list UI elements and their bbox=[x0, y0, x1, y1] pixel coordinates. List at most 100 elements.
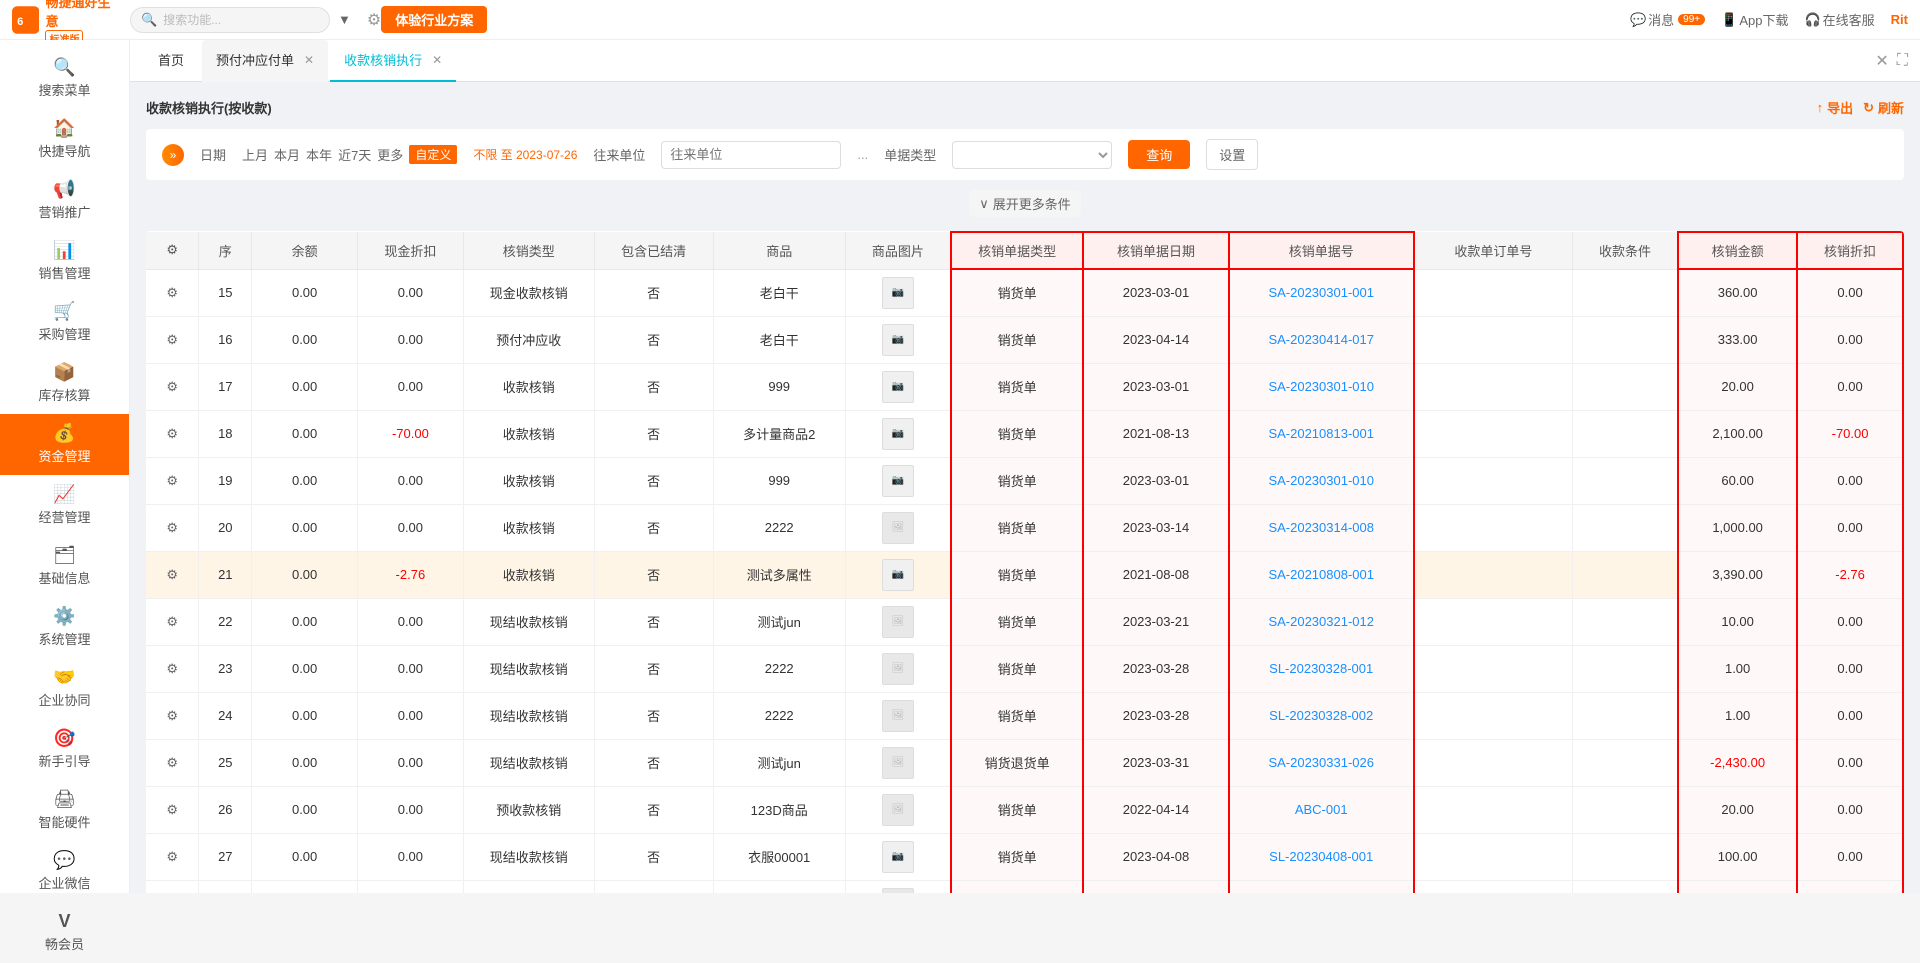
sidebar-item-basic[interactable]: 🗂 基础信息 bbox=[0, 536, 129, 597]
row-gear[interactable]: ⚙ bbox=[146, 551, 199, 598]
filter-dots[interactable]: ... bbox=[857, 147, 868, 162]
sidebar-item-system[interactable]: ⚙️ 系统管理 bbox=[0, 597, 129, 658]
row-verify-amount: 3,390.00 bbox=[1678, 551, 1797, 598]
row-bill-no[interactable]: SA-20230301-010 bbox=[1229, 457, 1414, 504]
row-gear[interactable]: ⚙ bbox=[146, 598, 199, 645]
bill-no-link[interactable]: SA-20210808-001 bbox=[1268, 567, 1374, 582]
row-gear[interactable]: ⚙ bbox=[146, 692, 199, 739]
table-row: ⚙160.000.00预付冲应收否老白干📷销货单2023-04-14SA-202… bbox=[146, 316, 1903, 363]
row-bill-no[interactable]: ABC-001 bbox=[1229, 786, 1414, 833]
row-gear[interactable]: ⚙ bbox=[146, 457, 199, 504]
sidebar-item-marketing[interactable]: 📢 营销推广 bbox=[0, 170, 129, 231]
row-gear[interactable]: ⚙ bbox=[146, 786, 199, 833]
sidebar-item-member[interactable]: V 畅会员 bbox=[0, 902, 129, 963]
row-gear[interactable]: ⚙ bbox=[146, 504, 199, 551]
bill-type-select[interactable]: 销货单 销货退货单 bbox=[952, 141, 1112, 169]
row-gear[interactable]: ⚙ bbox=[146, 739, 199, 786]
row-gear[interactable]: ⚙ bbox=[146, 833, 199, 880]
row-gear[interactable]: ⚙ bbox=[146, 645, 199, 692]
bill-no-link[interactable]: SL-20230328-001 bbox=[1269, 661, 1373, 676]
sidebar-item-operation[interactable]: 📈 经营管理 bbox=[0, 475, 129, 536]
row-gear[interactable]: ⚙ bbox=[146, 363, 199, 410]
top-dropdown[interactable]: ▼ bbox=[330, 12, 359, 27]
tab-home[interactable]: 首页 bbox=[142, 40, 200, 82]
sidebar-item-hardware[interactable]: 🖨 智能硬件 bbox=[0, 780, 129, 841]
messages-btn[interactable]: 💬 消息 99+ bbox=[1630, 10, 1705, 29]
filter-expand-button[interactable]: » bbox=[162, 144, 184, 166]
refresh-btn[interactable]: ↻ 刷新 bbox=[1863, 98, 1904, 117]
tab-prepay-close[interactable]: ✕ bbox=[304, 53, 314, 67]
row-verify-amount: 1,000.00 bbox=[1678, 504, 1797, 551]
date-more[interactable]: 更多 bbox=[377, 145, 403, 164]
row-bill-no[interactable]: SA-20230414-017 bbox=[1229, 316, 1414, 363]
tab-prepay[interactable]: 预付冲应付单 ✕ bbox=[202, 40, 328, 82]
export-btn[interactable]: ↑ 导出 bbox=[1817, 98, 1854, 117]
sidebar-item-finance[interactable]: 💰 资金管理 bbox=[0, 414, 129, 475]
bill-no-link[interactable]: SA-20230414-017 bbox=[1268, 332, 1374, 347]
sidebar-item-newbie[interactable]: 🎯 新手引导 bbox=[0, 719, 129, 780]
expand-more-conditions[interactable]: ∨ 展开更多条件 bbox=[969, 190, 1081, 217]
bill-no-link[interactable]: SA-20230301-001 bbox=[1268, 285, 1374, 300]
row-gear[interactable]: ⚙ bbox=[146, 410, 199, 457]
sidebar-item-purchase[interactable]: 🛒 采购管理 bbox=[0, 292, 129, 353]
row-seq: 17 bbox=[199, 363, 252, 410]
bill-no-link[interactable]: SA-20230301-010 bbox=[1268, 379, 1374, 394]
row-bill-no[interactable]: SA-20210813-001 bbox=[1229, 410, 1414, 457]
query-button[interactable]: 查询 bbox=[1128, 140, 1190, 169]
bill-no-link[interactable]: SA-20230321-012 bbox=[1268, 614, 1374, 629]
date-this-month[interactable]: 本月 bbox=[274, 145, 300, 164]
tab-receipt[interactable]: 收款核销执行 ✕ bbox=[330, 40, 456, 82]
date-this-year[interactable]: 本年 bbox=[306, 145, 332, 164]
row-gear[interactable]: ⚙ bbox=[146, 269, 199, 316]
sidebar-item-inventory[interactable]: 📦 库存核算 bbox=[0, 353, 129, 414]
date-custom[interactable]: 自定义 bbox=[409, 145, 457, 164]
bill-no-link[interactable]: ABC-001 bbox=[1295, 802, 1348, 817]
bill-no-link[interactable]: SL-20230408-001 bbox=[1269, 849, 1373, 864]
from-unit-input[interactable] bbox=[661, 141, 841, 169]
bill-no-link[interactable]: SL-20230328-002 bbox=[1269, 708, 1373, 723]
bill-no-link[interactable]: SA-20210813-001 bbox=[1268, 426, 1374, 441]
row-bill-no[interactable]: SL-20230418-001 bbox=[1229, 880, 1414, 893]
row-bill-no[interactable]: SL-20230408-001 bbox=[1229, 833, 1414, 880]
user-avatar[interactable]: Rit bbox=[1891, 12, 1908, 27]
row-bill-no[interactable]: SA-20230301-001 bbox=[1229, 269, 1414, 316]
tab-close-all-icon[interactable]: ✕ bbox=[1875, 51, 1888, 71]
setting-button[interactable]: 设置 bbox=[1206, 139, 1258, 170]
tab-fullscreen-icon[interactable]: ⛶ bbox=[1897, 52, 1908, 70]
row-bill-no[interactable]: SA-20210808-001 bbox=[1229, 551, 1414, 598]
row-bill-no[interactable]: SA-20230314-008 bbox=[1229, 504, 1414, 551]
row-seq: 20 bbox=[199, 504, 252, 551]
bill-type-label: 单据类型 bbox=[884, 145, 936, 164]
gear-icon[interactable]: ⚙ bbox=[367, 10, 381, 30]
sidebar-item-sales[interactable]: 📊 销售管理 bbox=[0, 231, 129, 292]
online-service-btn[interactable]: 🎧 在线客服 bbox=[1804, 10, 1874, 29]
hardware-icon: 🖨 bbox=[53, 790, 76, 808]
table-row: ⚙230.000.00现结收款核销否2222🖼销货单2023-03-28SL-2… bbox=[146, 645, 1903, 692]
col-gear-header[interactable]: ⚙ bbox=[146, 232, 199, 269]
sidebar-item-enterprise[interactable]: 🤝 企业协同 bbox=[0, 658, 129, 719]
row-bill-no[interactable]: SL-20230328-002 bbox=[1229, 692, 1414, 739]
row-cash-discount: 0.00 bbox=[358, 598, 464, 645]
bill-no-link[interactable]: SA-20230331-026 bbox=[1268, 755, 1374, 770]
date-7days[interactable]: 近7天 bbox=[338, 145, 371, 164]
row-bill-no[interactable]: SL-20230328-001 bbox=[1229, 645, 1414, 692]
row-receipt-condition bbox=[1572, 504, 1678, 551]
row-gear[interactable]: ⚙ bbox=[146, 880, 199, 893]
app-download-btn[interactable]: 📱 App下载 bbox=[1721, 10, 1788, 29]
sidebar-item-shortcut[interactable]: 🏠 快捷导航 bbox=[0, 109, 129, 170]
solution-button[interactable]: 体验行业方案 bbox=[381, 6, 487, 33]
top-search-box[interactable]: 🔍 搜索功能... bbox=[130, 7, 330, 33]
finance-icon: 💰 bbox=[53, 424, 75, 442]
sidebar-item-search[interactable]: 🔍 搜索菜单 bbox=[0, 48, 129, 109]
row-bill-date: 2023-03-01 bbox=[1083, 457, 1228, 504]
date-last-month[interactable]: 上月 bbox=[242, 145, 268, 164]
row-bill-no[interactable]: SA-20230331-026 bbox=[1229, 739, 1414, 786]
row-bill-no[interactable]: SA-20230321-012 bbox=[1229, 598, 1414, 645]
row-gear[interactable]: ⚙ bbox=[146, 316, 199, 363]
row-balance: 0.00 bbox=[252, 692, 358, 739]
row-bill-no[interactable]: SA-20230301-010 bbox=[1229, 363, 1414, 410]
bill-no-link[interactable]: SA-20230314-008 bbox=[1268, 520, 1374, 535]
bill-no-link[interactable]: SA-20230301-010 bbox=[1268, 473, 1374, 488]
sidebar-item-label: 系统管理 bbox=[38, 629, 90, 648]
tab-receipt-close[interactable]: ✕ bbox=[432, 53, 442, 67]
